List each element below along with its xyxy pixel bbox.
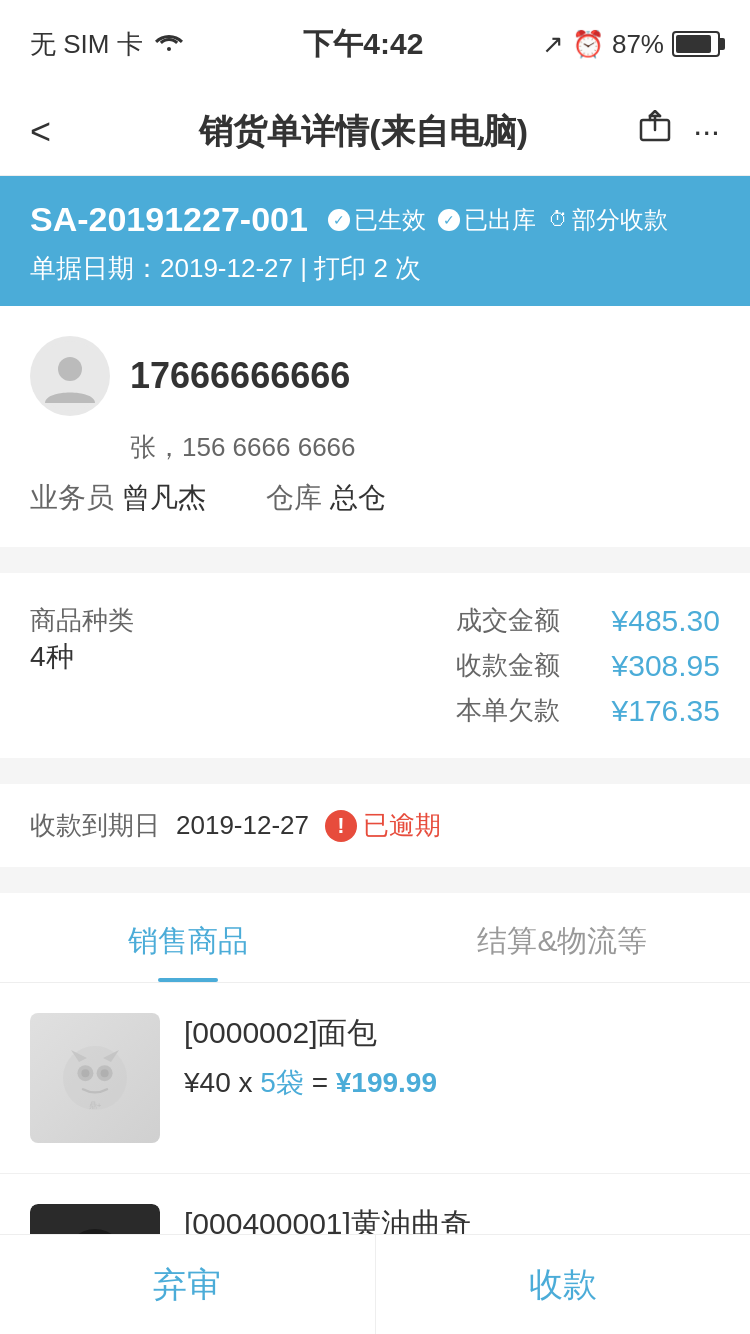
- receive-payment-button[interactable]: 收款: [376, 1235, 751, 1334]
- stats-left: 商品种类 4种: [30, 603, 134, 676]
- tab-underline: [158, 978, 218, 982]
- battery-percent: 87%: [612, 29, 664, 60]
- customer-top: 17666666666: [30, 336, 720, 416]
- check-icon-2: ✓: [438, 209, 460, 231]
- status-tag-partial: ⏱ 部分收款: [548, 204, 668, 236]
- avatar: [30, 336, 110, 416]
- order-header: SA-20191227-001 ✓ 已生效 ✓ 已出库 ⏱ 部分收款 单据日期：…: [0, 176, 750, 306]
- customer-contact: 张，156 6666 6666: [130, 430, 720, 465]
- received-value: ¥308.95: [580, 649, 720, 683]
- divider-2: [0, 768, 750, 784]
- tabs-section: 销售商品 结算&物流等: [0, 893, 750, 983]
- overdue-text: 已逾期: [363, 808, 441, 843]
- status-tag-shipped: ✓ 已出库: [438, 204, 536, 236]
- debt-row: 本单欠款 ¥176.35: [456, 693, 720, 728]
- overdue-tag: ! 已逾期: [325, 808, 441, 843]
- overdue-icon: !: [325, 810, 357, 842]
- tabs-row: 销售商品 结算&物流等: [0, 893, 750, 982]
- tab-products[interactable]: 销售商品: [0, 893, 375, 982]
- svg-point-3: [63, 1046, 127, 1110]
- status-bar: 无 SIM 卡 下午4:42 ↗ ⏰ 87%: [0, 0, 750, 88]
- customer-section: 17666666666 张，156 6666 6666 业务员 曾凡杰 仓库 总…: [0, 306, 750, 547]
- order-date: 单据日期：2019-12-27 | 打印 2 次: [30, 251, 720, 286]
- amount-row: 成交金额 ¥485.30: [456, 603, 720, 638]
- status-tags: ✓ 已生效 ✓ 已出库 ⏱ 部分收款: [328, 204, 668, 236]
- order-id: SA-20191227-001: [30, 200, 308, 239]
- divider-1: [0, 557, 750, 573]
- cancel-review-button[interactable]: 弃审: [0, 1235, 376, 1334]
- tab-settlement[interactable]: 结算&物流等: [375, 893, 750, 982]
- received-label: 收款金额: [456, 648, 560, 683]
- alarm-icon: ⏰: [572, 29, 604, 60]
- svg-point-7: [101, 1069, 109, 1077]
- status-left: 无 SIM 卡: [30, 27, 185, 62]
- stats-section: 商品种类 4种 成交金额 ¥485.30 收款金额 ¥308.95 本单欠款 ¥…: [0, 573, 750, 758]
- status-tag-active: ✓ 已生效: [328, 204, 426, 236]
- page-title: 销货单详情(来自电脑): [199, 109, 528, 155]
- type-value: 4种: [30, 638, 134, 676]
- debt-value: ¥176.35: [580, 694, 720, 728]
- product-info-1: [0000002]面包 ¥40 x 5袋 = ¥199.99: [184, 1013, 720, 1102]
- amount-label: 成交金额: [456, 603, 560, 638]
- product-item: 鼎+ [0000002]面包 ¥40 x 5袋 = ¥199.99: [0, 983, 750, 1174]
- due-section: 收款到期日 2019-12-27 ! 已逾期: [0, 784, 750, 867]
- received-row: 收款金额 ¥308.95: [456, 648, 720, 683]
- svg-text:鼎+: 鼎+: [89, 1101, 102, 1110]
- debt-label: 本单欠款: [456, 693, 560, 728]
- status-time: 下午4:42: [303, 24, 423, 65]
- carrier-text: 无 SIM 卡: [30, 27, 143, 62]
- share-icon[interactable]: [637, 110, 673, 154]
- type-label: 商品种类: [30, 603, 134, 638]
- battery-icon: [672, 31, 720, 57]
- back-button[interactable]: <: [30, 111, 90, 153]
- check-icon-1: ✓: [328, 209, 350, 231]
- sales-meta: 业务员 曾凡杰: [30, 479, 206, 517]
- product-name-1: [0000002]面包: [184, 1013, 720, 1054]
- product-price-1: ¥40 x 5袋 = ¥199.99: [184, 1064, 720, 1102]
- divider-3: [0, 877, 750, 893]
- due-date: 2019-12-27: [176, 810, 309, 841]
- order-header-top: SA-20191227-001 ✓ 已生效 ✓ 已出库 ⏱ 部分收款: [30, 200, 720, 239]
- nav-actions: ···: [637, 110, 720, 154]
- customer-phone: 17666666666: [130, 355, 350, 397]
- stats-right: 成交金额 ¥485.30 收款金额 ¥308.95 本单欠款 ¥176.35: [456, 603, 720, 728]
- warehouse-name: 总仓: [330, 482, 386, 513]
- due-label: 收款到期日: [30, 808, 160, 843]
- warehouse-meta: 仓库 总仓: [266, 479, 386, 517]
- customer-meta: 业务员 曾凡杰 仓库 总仓: [30, 479, 720, 517]
- product-thumb-1: 鼎+: [30, 1013, 160, 1143]
- svg-point-6: [81, 1069, 89, 1077]
- wifi-icon: [153, 29, 185, 60]
- bottom-bar: 弃审 收款: [0, 1234, 750, 1334]
- sales-name: 曾凡杰: [122, 482, 206, 513]
- svg-point-2: [58, 357, 82, 381]
- more-icon[interactable]: ···: [693, 113, 720, 150]
- thumb-placeholder-1: 鼎+: [30, 1013, 160, 1143]
- clock-icon: ⏱: [548, 208, 568, 231]
- amount-value: ¥485.30: [580, 604, 720, 638]
- location-icon: ↗: [542, 29, 564, 60]
- nav-bar: < 销货单详情(来自电脑) ···: [0, 88, 750, 176]
- status-right: ↗ ⏰ 87%: [542, 29, 720, 60]
